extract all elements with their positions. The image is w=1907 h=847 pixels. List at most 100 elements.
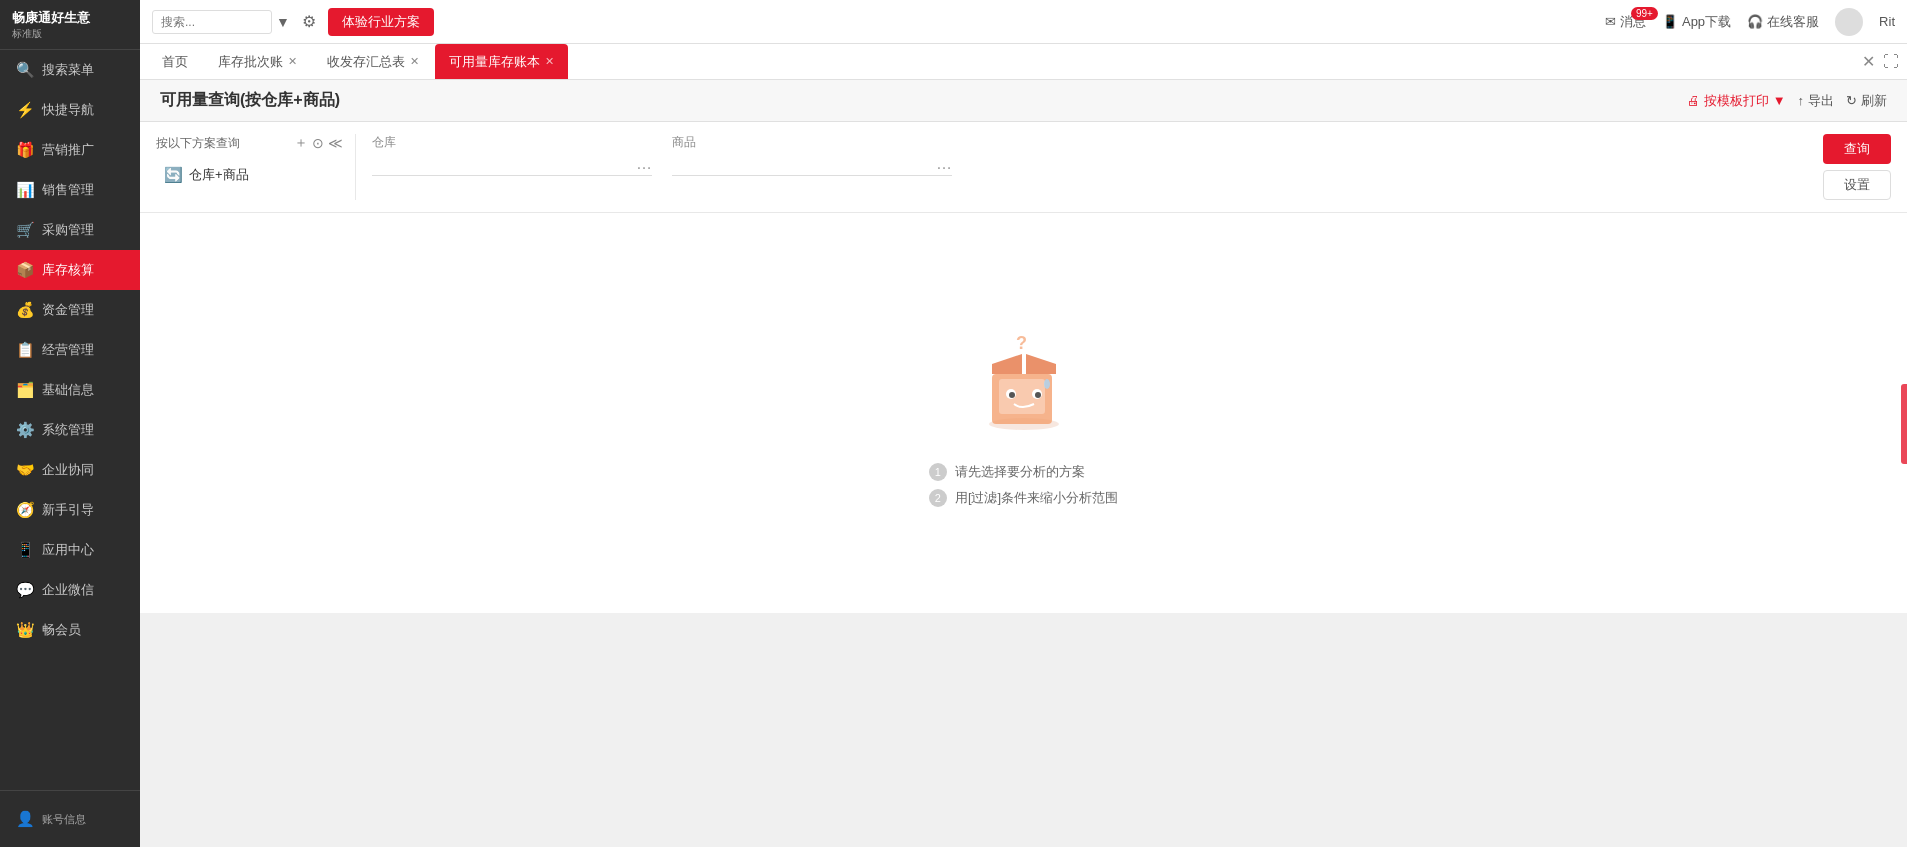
product-label: 商品 — [672, 134, 952, 151]
product-input[interactable] — [672, 157, 932, 172]
wechat-icon: 💬 — [16, 581, 34, 599]
message-icon: ✉ — [1605, 14, 1616, 29]
filter-scheme-actions: ＋ ⊙ ≪ — [294, 134, 343, 152]
print-button[interactable]: 🖨 按模板打印 ▼ — [1687, 92, 1786, 110]
filter-settings-button[interactable]: 设置 — [1823, 170, 1891, 200]
gear-icon[interactable]: ⚙ — [302, 12, 316, 31]
message-button[interactable]: ✉ 消息 99+ — [1605, 13, 1646, 31]
sidebar: 畅康通好生意 标准版 🔍搜索菜单 ⚡ 快捷导航 🎁营销推广📊销售管理🛒采购管理 📦 库存核… — [0, 0, 140, 847]
filter-scheme-panel: 按以下方案查询 ＋ ⊙ ≪ 🔄 仓库+商品 — [156, 134, 356, 200]
topbar-search-area: ▼ — [152, 10, 290, 34]
sidebar-item-sales[interactable]: 📊销售管理 — [0, 170, 140, 210]
finance-icon: 💰 — [16, 301, 34, 319]
tab-batch[interactable]: 库存批次账✕ — [204, 44, 311, 79]
sidebar-item-newbie[interactable]: 🧭新手引导 — [0, 490, 140, 530]
scheme-icon-warehouse_product: 🔄 — [164, 166, 183, 184]
scheme-item-warehouse_product[interactable]: 🔄 仓库+商品 — [156, 160, 343, 190]
tab-close-available[interactable]: ✕ — [545, 55, 554, 68]
tab-close-batch[interactable]: ✕ — [288, 55, 297, 68]
marketing-icon: 🎁 — [16, 141, 34, 159]
warehouse-input[interactable] — [372, 157, 632, 172]
tab-summary[interactable]: 收发存汇总表✕ — [313, 44, 433, 79]
empty-tip-2: 2 用[过滤]条件来缩小分析范围 — [929, 489, 1118, 507]
sidebar-item-label-enterprise: 企业协同 — [42, 461, 94, 479]
phone-icon: 📱 — [1662, 14, 1678, 29]
filter-fields: 仓库 … 商品 … 查询 设置 — [356, 134, 1891, 200]
sidebar-item-label-basic: 基础信息 — [42, 381, 94, 399]
sidebar-item-finance[interactable]: 💰 资金管理 — [0, 290, 140, 330]
sidebar-item-search[interactable]: 🔍搜索菜单 — [0, 50, 140, 90]
sidebar-item-label-inventory: 库存核算 — [42, 261, 94, 279]
warehouse-more-icon[interactable]: … — [636, 155, 652, 173]
sidebar-item-bottom-user[interactable]: 👤 账号信息 — [0, 799, 140, 839]
tab-home[interactable]: 首页 — [148, 44, 202, 79]
scheme-label-warehouse_product: 仓库+商品 — [189, 166, 249, 184]
sidebar-item-apps[interactable]: 📱应用中心 — [0, 530, 140, 570]
online-service-button[interactable]: 🎧 在线客服 — [1747, 13, 1819, 31]
print-dropdown-icon[interactable]: ▼ — [1773, 93, 1786, 108]
tip-num-1: 1 — [929, 463, 947, 481]
shortcut-icon: ⚡ — [16, 101, 34, 119]
export-button[interactable]: ↑ 导出 — [1798, 92, 1835, 110]
sidebar-item-wechat[interactable]: 💬 企业微信 — [0, 570, 140, 610]
app-download-button[interactable]: 📱 App下载 — [1662, 13, 1731, 31]
sidebar-item-label-member: 畅会员 — [42, 621, 81, 639]
svg-marker-3 — [1026, 354, 1056, 374]
sidebar-item-label-finance: 资金管理 — [42, 301, 94, 319]
sidebar-item-label-wechat: 企业微信 — [42, 581, 94, 599]
collapse-scheme-icon[interactable]: ≪ — [328, 135, 343, 151]
refresh-icon: ↻ — [1846, 93, 1857, 108]
tabs-right-actions: ✕ ⛶ — [1862, 52, 1899, 71]
sidebar-item-system[interactable]: ⚙️ 系统管理 — [0, 410, 140, 450]
sidebar-item-marketing[interactable]: 🎁营销推广 — [0, 130, 140, 170]
dropdown-icon[interactable]: ▼ — [276, 14, 290, 30]
sidebar-logo: 畅康通好生意 标准版 — [0, 0, 140, 50]
username-label[interactable]: Rit — [1879, 14, 1895, 29]
sidebar-item-inventory[interactable]: 📦 库存核算 — [0, 250, 140, 290]
sidebar-item-label-system: 系统管理 — [42, 421, 94, 439]
sidebar-item-label-newbie: 新手引导 — [42, 501, 94, 519]
user-avatar[interactable] — [1835, 8, 1863, 36]
empty-state: ? 1 请先选择要分析的方案 2 用[过滤]条件来缩小分析范围 — [140, 213, 1907, 613]
settings-scheme-icon[interactable]: ⊙ — [312, 135, 324, 151]
expand-button[interactable]: ⛶ — [1883, 53, 1899, 71]
sidebar-item-enterprise[interactable]: 🤝企业协同 — [0, 450, 140, 490]
tab-label-available: 可用量库存账本 — [449, 53, 540, 71]
member-icon: 👑 — [16, 621, 34, 639]
search-input[interactable] — [152, 10, 272, 34]
topbar: ▼ ⚙ 体验行业方案 ✉ 消息 99+ 📱 App下载 🎧 在线客服 Rit — [140, 0, 1907, 44]
query-button[interactable]: 查询 — [1823, 134, 1891, 164]
sidebar-item-shortcut[interactable]: ⚡ 快捷导航 — [0, 90, 140, 130]
sales-icon: 📊 — [16, 181, 34, 199]
tab-available[interactable]: 可用量库存账本 ✕ — [435, 44, 568, 79]
tabs-bar: 首页库存批次账✕收发存汇总表✕ 可用量库存账本 ✕ ✕ ⛶ — [140, 44, 1907, 80]
sidebar-item-purchase[interactable]: 🛒采购管理 — [0, 210, 140, 250]
tab-close-summary[interactable]: ✕ — [410, 55, 419, 68]
warehouse-input-wrap: … — [372, 155, 652, 176]
industry-button[interactable]: 体验行业方案 — [328, 8, 434, 36]
sidebar-menu: 🔍搜索菜单 ⚡ 快捷导航 🎁营销推广📊销售管理🛒采购管理 📦 库存核算 💰 资金管理 📋 经营管理… — [0, 50, 140, 790]
sidebar-item-label-purchase: 采购管理 — [42, 221, 94, 239]
filter-scheme-header: 按以下方案查询 ＋ ⊙ ≪ — [156, 134, 343, 152]
sidebar-item-operation[interactable]: 📋 经营管理 — [0, 330, 140, 370]
page-header-actions: 🖨 按模板打印 ▼ ↑ 导出 ↻ 刷新 — [1687, 92, 1887, 110]
sidebar-item-basic[interactable]: 🗂️基础信息 — [0, 370, 140, 410]
warehouse-filter-field: 仓库 … — [372, 134, 652, 176]
sidebar-item-label-shortcut: 快捷导航 — [42, 101, 94, 119]
close-all-tabs-button[interactable]: ✕ — [1862, 52, 1875, 71]
sidebar-item-label-operation: 经营管理 — [42, 341, 94, 359]
filter-scheme-label: 按以下方案查询 — [156, 135, 240, 152]
system-icon: ⚙️ — [16, 421, 34, 439]
operation-icon: 📋 — [16, 341, 34, 359]
svg-point-9 — [1044, 379, 1050, 389]
inventory-icon: 📦 — [16, 261, 34, 279]
svg-marker-2 — [992, 354, 1022, 374]
scroll-indicator — [1901, 384, 1907, 464]
product-more-icon[interactable]: … — [936, 155, 952, 173]
sidebar-item-member[interactable]: 👑 畅会员 — [0, 610, 140, 650]
svg-text:?: ? — [1016, 333, 1027, 353]
refresh-button[interactable]: ↻ 刷新 — [1846, 92, 1887, 110]
topbar-right: ✉ 消息 99+ 📱 App下载 🎧 在线客服 Rit — [1605, 8, 1895, 36]
tip-text-1: 请先选择要分析的方案 — [955, 463, 1085, 481]
add-scheme-icon[interactable]: ＋ — [294, 134, 308, 152]
